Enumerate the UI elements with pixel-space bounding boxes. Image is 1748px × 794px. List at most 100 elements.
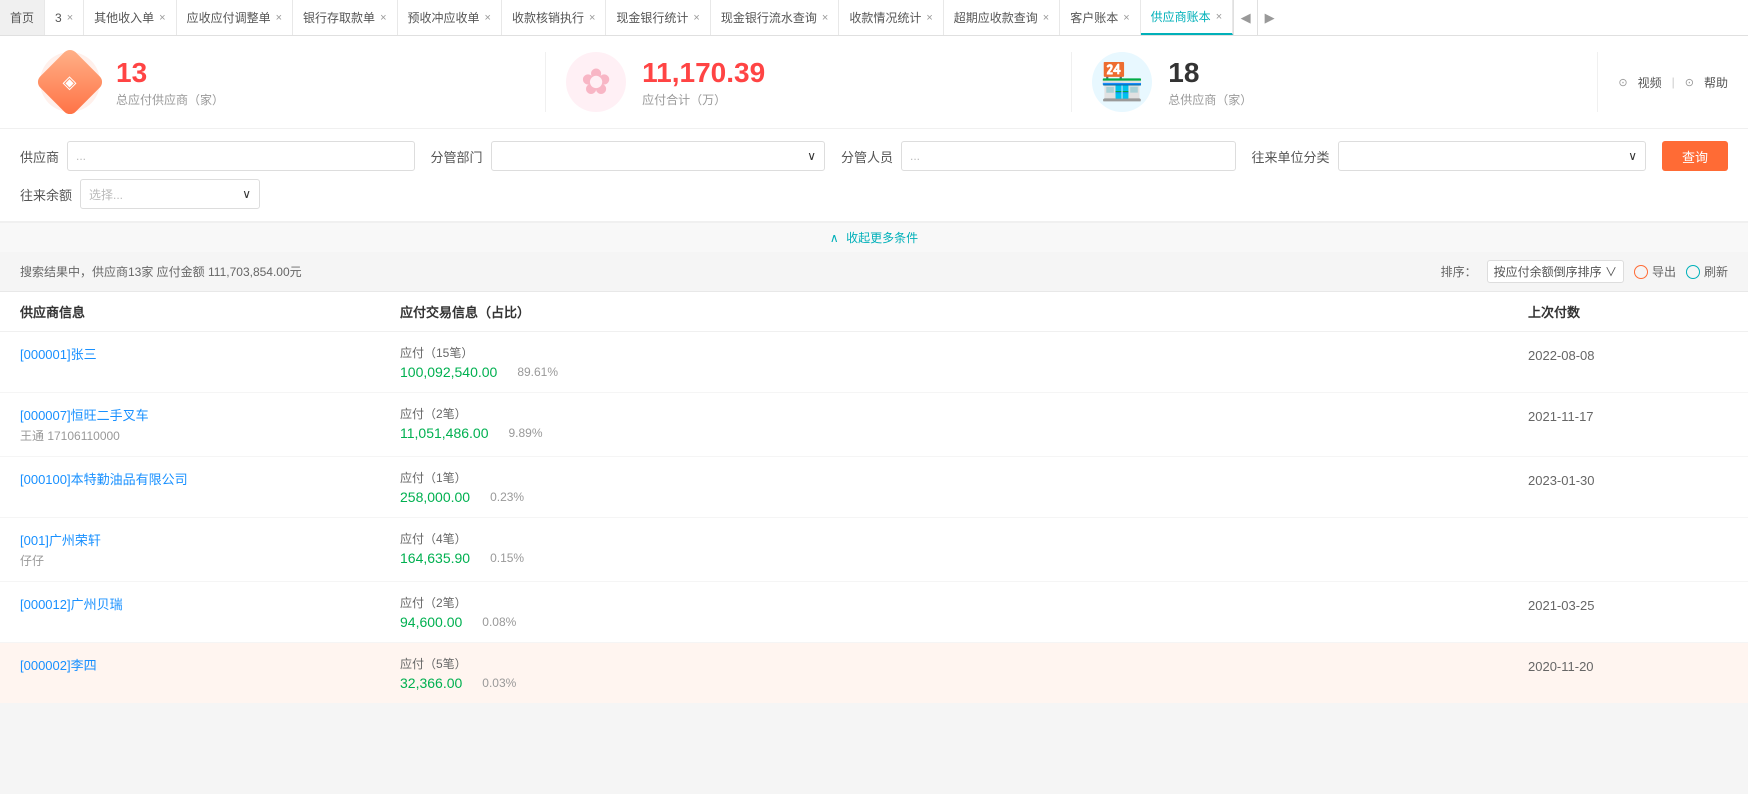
table-row: [000012]广州贝瑞 应付（2笔） 94,600.00 0.08% 2021…	[0, 582, 1748, 643]
trans-row-3: 258,000.00 0.23%	[400, 489, 1528, 505]
nav-tab-other-income-label: 其他收入单	[94, 9, 154, 26]
nav-tab-overdue-collect[interactable]: 超期应收款查询 ×	[944, 0, 1060, 35]
last-pay-2: 2021-11-17	[1528, 405, 1728, 424]
trans-row-5: 94,600.00 0.08%	[400, 614, 1528, 630]
supplier-link-2[interactable]: [000007]恒旺二手叉车	[20, 408, 149, 423]
supplier-info-1: [000001]张三	[20, 344, 400, 363]
nav-tab-cash-bank-flow[interactable]: 现金银行流水查询 ×	[711, 0, 839, 35]
nav-tab-other-income-close[interactable]: ×	[159, 12, 165, 24]
trans-percent-6: 0.03%	[482, 676, 516, 690]
nav-tab-cash-bank-stat-close[interactable]: ×	[693, 12, 699, 24]
nav-tab-bank-deposit[interactable]: 银行存取款单 ×	[293, 0, 397, 35]
trans-label-6: 应付（5笔）	[400, 655, 1528, 672]
transaction-info-6: 应付（5笔） 32,366.00 0.03%	[400, 655, 1528, 691]
video-link[interactable]: 视频	[1638, 74, 1662, 91]
nav-prev-arrow[interactable]: ◀	[1233, 0, 1257, 35]
nav-tab-3-close[interactable]: ×	[67, 12, 73, 24]
balance-filter-select[interactable]: 选择... ∨	[80, 179, 260, 209]
trans-amount-1[interactable]: 100,092,540.00	[400, 364, 497, 380]
dept-dropdown-arrow: ∨	[807, 149, 816, 163]
nav-tab-supplier-account-close[interactable]: ×	[1216, 11, 1222, 23]
transaction-info-5: 应付（2笔） 94,600.00 0.08%	[400, 594, 1528, 630]
export-label: 导出	[1652, 263, 1676, 280]
last-pay-3: 2023-01-30	[1528, 469, 1728, 488]
total-supplier-label: 总供应商（家）	[1168, 91, 1252, 108]
ap-amount-label: 应付合计（万）	[642, 91, 765, 108]
category-filter-label: 往来单位分类	[1252, 147, 1330, 166]
nav-tab-overdue-collect-close[interactable]: ×	[1043, 12, 1049, 24]
nav-tab-ar-ap-adjust[interactable]: 应收应付调整单 ×	[177, 0, 293, 35]
collapse-bar[interactable]: ∧ 收起更多条件	[0, 222, 1748, 252]
nav-tab-other-income[interactable]: 其他收入单 ×	[84, 0, 176, 35]
supplier-filter-placeholder: ...	[76, 149, 405, 163]
supplier-link-5[interactable]: [000012]广州贝瑞	[20, 597, 123, 612]
nav-tab-customer-account-close[interactable]: ×	[1123, 12, 1129, 24]
nav-tab-3-label: 3	[55, 11, 62, 25]
result-summary-text: 搜索结果中，供应商13家 应付金额 111,703,854.00元	[20, 263, 302, 280]
trans-row-1: 100,092,540.00 89.61%	[400, 364, 1528, 380]
nav-tab-collect-verify-close[interactable]: ×	[589, 12, 595, 24]
nav-tab-collect-verify[interactable]: 收款核销执行 ×	[502, 0, 606, 35]
nav-tab-cash-bank-stat-label: 现金银行统计	[616, 9, 688, 26]
nav-tab-customer-account[interactable]: 客户账本 ×	[1060, 0, 1140, 35]
nav-tab-ar-ap-adjust-close[interactable]: ×	[276, 12, 282, 24]
person-filter-input[interactable]: ...	[901, 141, 1235, 171]
nav-next-arrow[interactable]: ▶	[1257, 0, 1281, 35]
supplier-info-4: [001]广州荣轩 仔仔	[20, 530, 400, 569]
summary-card-total-suppliers: 🏪 18 总供应商（家）	[1072, 52, 1598, 112]
nav-tab-advance-collect-close[interactable]: ×	[485, 12, 491, 24]
nav-tab-advance-collect[interactable]: 预收冲应收单 ×	[398, 0, 502, 35]
nav-tab-collect-stat[interactable]: 收款情况统计 ×	[839, 0, 943, 35]
trans-amount-4[interactable]: 164,635.90	[400, 550, 470, 566]
query-button[interactable]: 查询	[1662, 141, 1728, 171]
supplier-link-4[interactable]: [001]广州荣轩	[20, 533, 101, 548]
person-filter-label: 分管人员	[841, 147, 893, 166]
nav-tab-collect-stat-close[interactable]: ×	[926, 12, 932, 24]
supplier-info-5: [000012]广州贝瑞	[20, 594, 400, 613]
supplier-info-3: [000100]本特勤油品有限公司	[20, 469, 400, 488]
nav-tab-customer-account-label: 客户账本	[1070, 9, 1118, 26]
top-right-links: ⊙ 视频 | ⊙ 帮助	[1598, 74, 1728, 91]
filter-dept: 分管部门 ∨	[431, 141, 826, 171]
nav-tab-cash-bank-flow-close[interactable]: ×	[822, 12, 828, 24]
transaction-info-1: 应付（15笔） 100,092,540.00 89.61%	[400, 344, 1528, 380]
summary-card-ap-amount: ✿ 11,170.39 应付合计（万）	[546, 52, 1072, 112]
supplier-filter-input[interactable]: ...	[67, 141, 414, 171]
nav-tab-cash-bank-stat[interactable]: 现金银行统计 ×	[606, 0, 710, 35]
help-link[interactable]: 帮助	[1704, 74, 1728, 91]
trans-amount-5[interactable]: 94,600.00	[400, 614, 462, 630]
total-supplier-count: 18	[1168, 56, 1252, 90]
filter-balance: 往来余额 选择... ∨	[20, 179, 320, 209]
trans-percent-2: 9.89%	[509, 426, 543, 440]
sort-select[interactable]: 按应付余额倒序排序 ∨	[1487, 260, 1624, 283]
nav-tab-3[interactable]: 3 ×	[45, 0, 84, 35]
supplier-link-1[interactable]: [000001]张三	[20, 347, 97, 362]
category-filter-select[interactable]: ∨	[1338, 141, 1646, 171]
flower-icon: ✿	[581, 61, 611, 103]
sort-area: 排序： 按应付余额倒序排序 ∨ 导出 刷新	[1441, 260, 1728, 283]
export-button[interactable]: 导出	[1634, 263, 1676, 280]
filter-supplier: 供应商 ...	[20, 141, 415, 171]
ap-supplier-label: 总应付供应商（家）	[116, 91, 224, 108]
trans-amount-2[interactable]: 11,051,486.00	[400, 425, 489, 441]
nav-tab-supplier-account[interactable]: 供应商账本 ×	[1141, 0, 1233, 35]
nav-tab-collect-stat-label: 收款情况统计	[849, 9, 921, 26]
summary-amount-info: 11,170.39 应付合计（万）	[642, 56, 765, 109]
nav-tab-overdue-collect-label: 超期应收款查询	[954, 9, 1038, 26]
summary-ap-info: 13 总应付供应商（家）	[116, 56, 224, 109]
trans-row-6: 32,366.00 0.03%	[400, 675, 1528, 691]
top-navigation: 首页 3 × 其他收入单 × 应收应付调整单 × 银行存取款单 × 预收冲应收单…	[0, 0, 1748, 36]
nav-tab-home[interactable]: 首页	[0, 0, 45, 35]
trans-amount-3[interactable]: 258,000.00	[400, 489, 470, 505]
amount-icon: ✿	[566, 52, 626, 112]
nav-tab-bank-deposit-close[interactable]: ×	[380, 12, 386, 24]
header-transaction: 应付交易信息（占比）	[400, 302, 1528, 321]
supplier-link-3[interactable]: [000100]本特勤油品有限公司	[20, 472, 188, 487]
table-header: 供应商信息 应付交易信息（占比） 上次付数	[0, 292, 1748, 332]
supplier-filter-label: 供应商	[20, 147, 59, 166]
trans-amount-6[interactable]: 32,366.00	[400, 675, 462, 691]
dept-filter-label: 分管部门	[431, 147, 483, 166]
refresh-button[interactable]: 刷新	[1686, 263, 1728, 280]
supplier-link-6[interactable]: [000002]李四	[20, 658, 97, 673]
dept-filter-select[interactable]: ∨	[491, 141, 825, 171]
